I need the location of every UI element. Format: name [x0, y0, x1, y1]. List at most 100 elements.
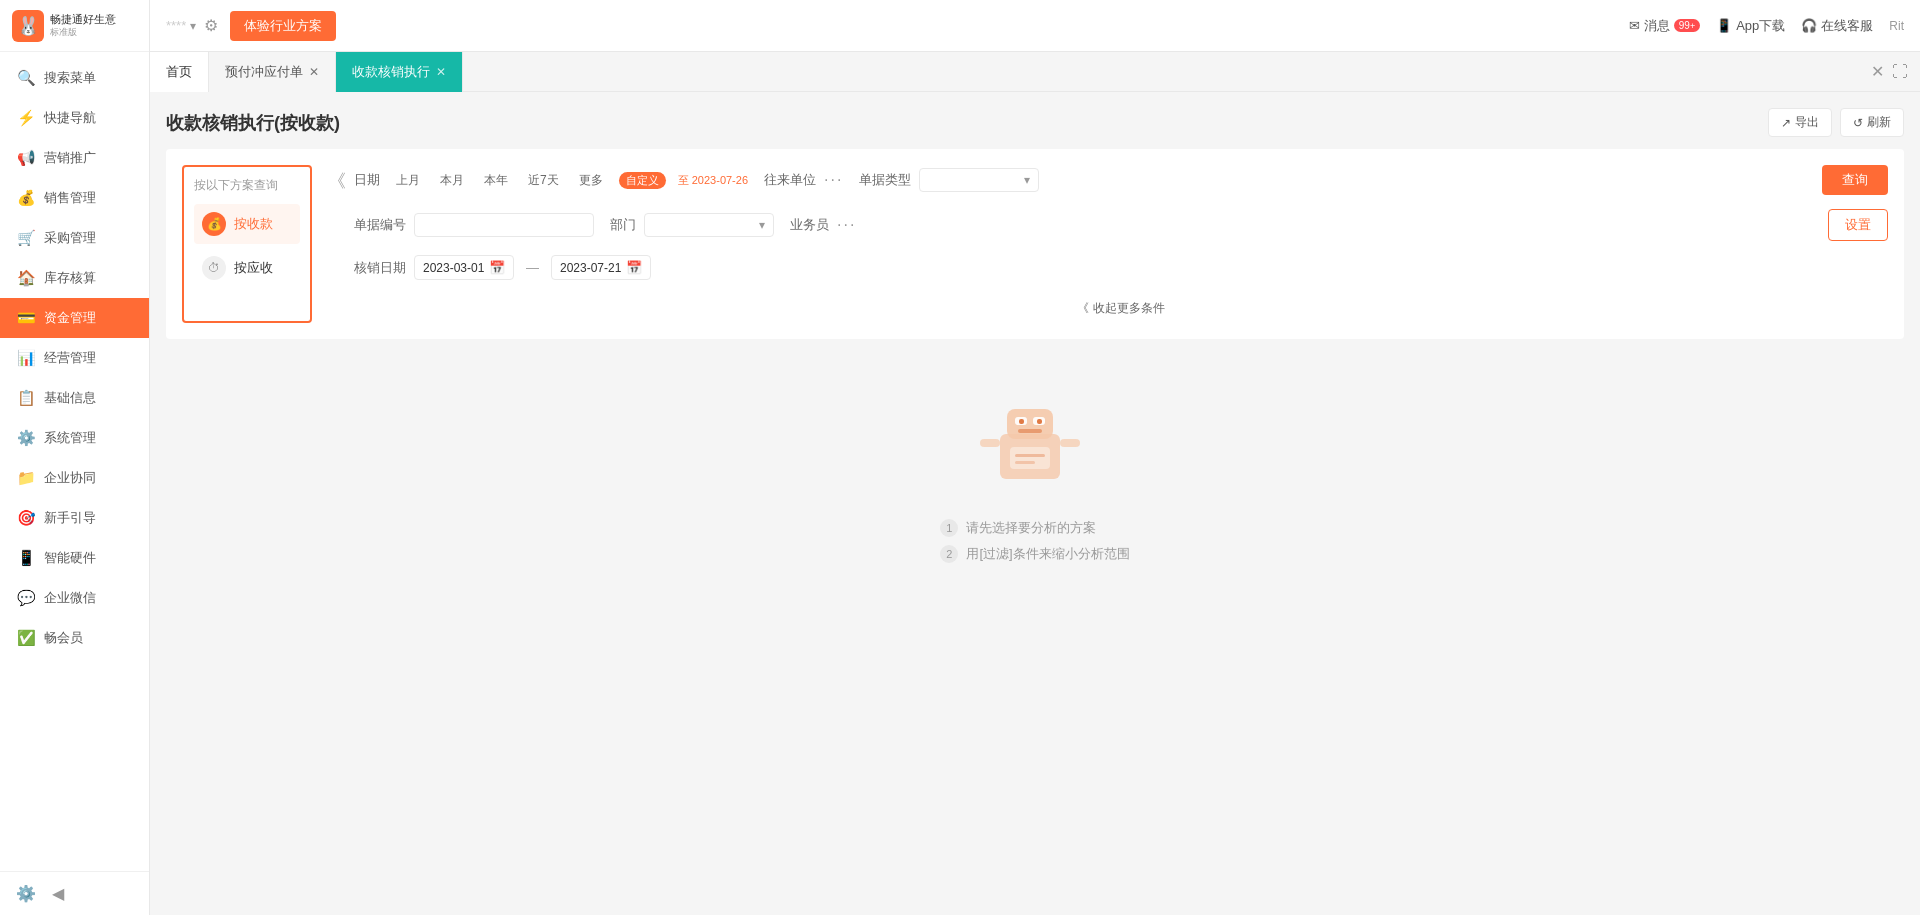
department-label: 部门 [610, 216, 636, 234]
sidebar-item-sales[interactable]: 💰 销售管理 [0, 178, 149, 218]
refresh-button[interactable]: ↺ 刷新 [1840, 108, 1904, 137]
inventory-label: 库存核算 [44, 269, 96, 287]
logo-name: 畅捷通好生意 [50, 12, 116, 26]
settings-button[interactable]: 设置 [1828, 209, 1888, 241]
sidebar-item-wechat[interactable]: 💬 企业微信 [0, 578, 149, 618]
collapse-sidebar-icon[interactable]: ◀ [52, 884, 64, 903]
collapse-chevron-icon: 《 [1077, 300, 1089, 317]
custom-tag: 自定义 [619, 172, 666, 189]
sidebar-item-finance[interactable]: 💳 资金管理 [0, 298, 149, 338]
refresh-icon: ↺ [1853, 116, 1863, 130]
tabs-bar: 首页 预付冲应付单 ✕ 收款核销执行 ✕ ✕ ⛶ [150, 52, 1920, 92]
sidebar-item-purchase[interactable]: 🛒 采购管理 [0, 218, 149, 258]
filter-sidebar-title: 按以下方案查询 [194, 177, 300, 194]
app-download-button[interactable]: 📱 App下载 [1716, 17, 1785, 35]
svg-rect-4 [1019, 419, 1024, 424]
empty-steps: 1 请先选择要分析的方案 2 用[过滤]条件来缩小分析范围 [940, 519, 1129, 571]
sidebar-item-basic-info[interactable]: 📋 基础信息 [0, 378, 149, 418]
svg-rect-1 [1007, 409, 1053, 439]
basic-info-label: 基础信息 [44, 389, 96, 407]
filter-form: 日期 上月 本月 本年 近7天 更多 自定义 至 2023-07-26 往来单位 [354, 165, 1888, 323]
sidebar-item-enterprise[interactable]: 📁 企业协同 [0, 458, 149, 498]
chevron-down-icon[interactable]: ▾ [190, 19, 196, 33]
sidebar-item-inventory[interactable]: 🏠 库存核算 [0, 258, 149, 298]
by-collection-label: 按收款 [234, 215, 273, 233]
verification-date-start-value: 2023-03-01 [423, 261, 484, 275]
date-btn-this-year[interactable]: 本年 [476, 170, 516, 191]
by-receivable-icon: ⏱ [202, 256, 226, 280]
verification-date-end-input[interactable]: 2023-07-21 📅 [551, 255, 651, 280]
date-separator: — [522, 260, 543, 275]
wechat-icon: 💬 [16, 588, 36, 608]
online-service-button[interactable]: 🎧 在线客服 [1801, 17, 1873, 35]
user-info[interactable]: Rit [1889, 19, 1904, 33]
date-btn-this-month[interactable]: 本月 [432, 170, 472, 191]
department-field: 部门 ▾ [610, 213, 774, 237]
settings-icon[interactable]: ⚙️ [16, 884, 36, 903]
close-tab-icon[interactable]: ✕ [1871, 62, 1884, 81]
tabs-actions: ✕ ⛶ [1859, 62, 1920, 81]
empty-step-1: 1 请先选择要分析的方案 [940, 519, 1129, 537]
department-select[interactable]: ▾ [644, 213, 774, 237]
service-icon: 🎧 [1801, 18, 1817, 33]
vip-icon: ✅ [16, 628, 36, 648]
smart-hw-icon: 📱 [16, 548, 36, 568]
date-btn-more[interactable]: 更多 [571, 170, 611, 191]
sidebar-item-quick-nav[interactable]: ⚡ 快捷导航 [0, 98, 149, 138]
export-button[interactable]: ↗ 导出 [1768, 108, 1832, 137]
partner-input[interactable]: ··· [824, 171, 843, 189]
svg-rect-6 [1018, 429, 1042, 433]
verification-date-end-value: 2023-07-21 [560, 261, 621, 275]
empty-state: 1 请先选择要分析的方案 2 用[过滤]条件来缩小分析范围 [166, 339, 1904, 631]
empty-illustration [975, 399, 1095, 499]
collapse-filter-icon[interactable]: 《 [328, 169, 346, 193]
marketing-icon: 📢 [16, 148, 36, 168]
finance-icon: 💳 [16, 308, 36, 328]
cal-end-icon: 📅 [626, 260, 642, 275]
query-button[interactable]: 查询 [1822, 165, 1888, 195]
collapse-more-button[interactable]: 《 收起更多条件 [354, 294, 1888, 323]
svg-rect-10 [1015, 454, 1045, 457]
basic-info-icon: 📋 [16, 388, 36, 408]
messages-button[interactable]: ✉ 消息 99+ [1629, 17, 1700, 35]
sidebar-item-marketing[interactable]: 📢 营销推广 [0, 138, 149, 178]
solution-button[interactable]: 体验行业方案 [230, 11, 336, 41]
filter-row-1: 日期 上月 本月 本年 近7天 更多 自定义 至 2023-07-26 往来单位 [354, 165, 1888, 195]
message-badge: 99+ [1674, 19, 1700, 32]
topbar-left: **** ▾ ⚙ 体验行业方案 [166, 11, 1629, 41]
doc-number-input[interactable] [414, 213, 594, 237]
filter-row-3: 核销日期 2023-03-01 📅 — 2023-07-21 📅 [354, 255, 1888, 280]
sidebar-item-search-menu[interactable]: 🔍 搜索菜单 [0, 58, 149, 98]
employee-input[interactable]: ··· [837, 216, 856, 234]
enterprise-icon: 📁 [16, 468, 36, 488]
maximize-tab-icon[interactable]: ⛶ [1892, 63, 1908, 81]
tab-collection-offset[interactable]: 收款核销执行 ✕ [336, 52, 463, 92]
filter-option-by-collection[interactable]: 💰 按收款 [194, 204, 300, 244]
tab-prepay-offset[interactable]: 预付冲应付单 ✕ [209, 52, 336, 92]
main-content: **** ▾ ⚙ 体验行业方案 ✉ 消息 99+ 📱 App下载 🎧 在线客服 … [150, 0, 1920, 915]
marketing-label: 营销推广 [44, 149, 96, 167]
sidebar-item-vip[interactable]: ✅ 畅会员 [0, 618, 149, 658]
collection-tab-close-icon[interactable]: ✕ [436, 65, 446, 79]
sidebar-item-system[interactable]: ⚙️ 系统管理 [0, 418, 149, 458]
partner-field: 往来单位 ··· [764, 171, 843, 189]
sidebar-item-operations[interactable]: 📊 经营管理 [0, 338, 149, 378]
doc-type-select[interactable]: ▾ [919, 168, 1039, 192]
doc-type-label: 单据类型 [859, 171, 911, 189]
prepay-tab-label: 预付冲应付单 [225, 63, 303, 81]
verification-date-start-input[interactable]: 2023-03-01 📅 [414, 255, 514, 280]
date-btn-7days[interactable]: 近7天 [520, 170, 567, 191]
sidebar-item-smart-hw[interactable]: 📱 智能硬件 [0, 538, 149, 578]
sidebar-item-guide[interactable]: 🎯 新手引导 [0, 498, 149, 538]
system-icon: ⚙️ [16, 428, 36, 448]
step-2-number: 2 [940, 545, 958, 563]
vip-label: 畅会员 [44, 629, 83, 647]
svg-rect-11 [1015, 461, 1035, 464]
employee-label: 业务员 [790, 216, 829, 234]
prepay-tab-close-icon[interactable]: ✕ [309, 65, 319, 79]
tab-home[interactable]: 首页 [150, 52, 209, 92]
topbar-gear-icon[interactable]: ⚙ [204, 16, 218, 35]
filter-option-by-receivable[interactable]: ⏱ 按应收 [194, 248, 300, 288]
date-quick-options: 上月 本月 本年 近7天 更多 自定义 [388, 170, 666, 191]
date-btn-last-month[interactable]: 上月 [388, 170, 428, 191]
